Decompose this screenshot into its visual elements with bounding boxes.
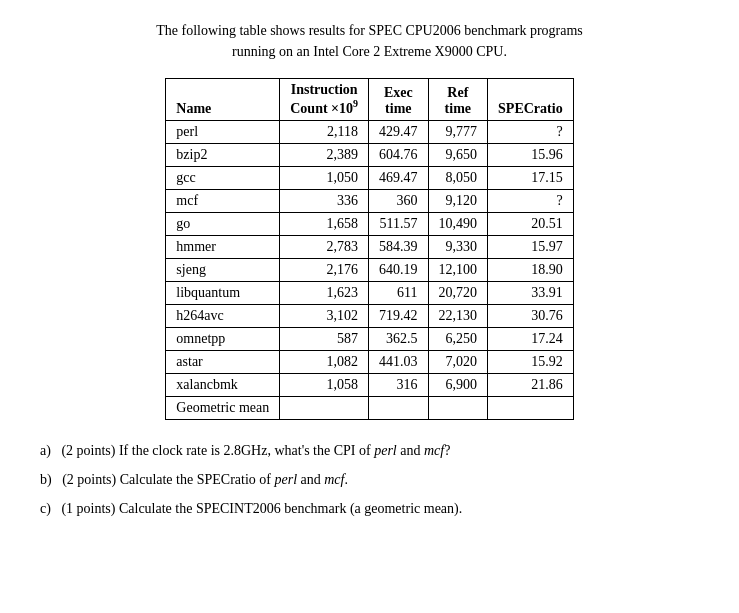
cell-instruction: 1,050 bbox=[280, 166, 369, 189]
table-row: sjeng2,176640.1912,10018.90 bbox=[166, 258, 573, 281]
geometric-mean-cell-2 bbox=[428, 396, 488, 419]
cell-instruction: 587 bbox=[280, 327, 369, 350]
cell-name: perl bbox=[166, 120, 280, 143]
question-c: c) (1 points) Calculate the SPECINT2006 … bbox=[40, 496, 699, 521]
cell-ref: 9,330 bbox=[428, 235, 488, 258]
table-row: gcc1,050469.478,05017.15 bbox=[166, 166, 573, 189]
geometric-mean-row: Geometric mean bbox=[166, 396, 573, 419]
cell-name: omnetpp bbox=[166, 327, 280, 350]
cell-ref: 20,720 bbox=[428, 281, 488, 304]
geometric-mean-label: Geometric mean bbox=[166, 396, 280, 419]
cell-name: gcc bbox=[166, 166, 280, 189]
questions-section: a) (2 points) If the clock rate is 2.8GH… bbox=[40, 438, 699, 522]
cell-exec: 362.5 bbox=[369, 327, 429, 350]
cell-spec: ? bbox=[488, 120, 574, 143]
cell-ref: 12,100 bbox=[428, 258, 488, 281]
cell-name: astar bbox=[166, 350, 280, 373]
cell-spec: 33.91 bbox=[488, 281, 574, 304]
cell-exec: 640.19 bbox=[369, 258, 429, 281]
col-name: Name bbox=[166, 79, 280, 121]
geometric-mean-cell-1 bbox=[369, 396, 429, 419]
question-b: b) (2 points) Calculate the SPECratio of… bbox=[40, 467, 699, 492]
question-a-text: (2 points) If the clock rate is 2.8GHz, … bbox=[61, 443, 450, 458]
cell-exec: 584.39 bbox=[369, 235, 429, 258]
cell-spec: 17.15 bbox=[488, 166, 574, 189]
cell-spec: ? bbox=[488, 189, 574, 212]
cell-ref: 22,130 bbox=[428, 304, 488, 327]
cell-exec: 719.42 bbox=[369, 304, 429, 327]
cell-name: mcf bbox=[166, 189, 280, 212]
cell-name: libquantum bbox=[166, 281, 280, 304]
cell-name: sjeng bbox=[166, 258, 280, 281]
table-row: astar1,082441.037,02015.92 bbox=[166, 350, 573, 373]
question-a: a) (2 points) If the clock rate is 2.8GH… bbox=[40, 438, 699, 463]
cell-name: xalancbmk bbox=[166, 373, 280, 396]
cell-instruction: 2,783 bbox=[280, 235, 369, 258]
col-spec: SPECratio bbox=[488, 79, 574, 121]
table-header-row: Name InstructionCount ×109 Exectime Reft… bbox=[166, 79, 573, 121]
cell-spec: 15.96 bbox=[488, 143, 574, 166]
table-row: libquantum1,62361120,72033.91 bbox=[166, 281, 573, 304]
cell-ref: 6,900 bbox=[428, 373, 488, 396]
cell-instruction: 3,102 bbox=[280, 304, 369, 327]
cell-name: h264avc bbox=[166, 304, 280, 327]
cell-ref: 10,490 bbox=[428, 212, 488, 235]
cell-spec: 21.86 bbox=[488, 373, 574, 396]
cell-exec: 511.57 bbox=[369, 212, 429, 235]
cell-exec: 611 bbox=[369, 281, 429, 304]
table-row: perl2,118429.479,777? bbox=[166, 120, 573, 143]
table-row: xalancbmk1,0583166,90021.86 bbox=[166, 373, 573, 396]
cell-exec: 429.47 bbox=[369, 120, 429, 143]
cell-exec: 441.03 bbox=[369, 350, 429, 373]
cell-instruction: 2,118 bbox=[280, 120, 369, 143]
table-row: omnetpp587362.56,25017.24 bbox=[166, 327, 573, 350]
col-instruction: InstructionCount ×109 bbox=[280, 79, 369, 121]
cell-instruction: 1,058 bbox=[280, 373, 369, 396]
intro-line1: The following table shows results for SP… bbox=[156, 23, 583, 38]
cell-ref: 7,020 bbox=[428, 350, 488, 373]
cell-exec: 604.76 bbox=[369, 143, 429, 166]
cell-instruction: 2,176 bbox=[280, 258, 369, 281]
cell-ref: 9,120 bbox=[428, 189, 488, 212]
question-a-label: a) bbox=[40, 443, 58, 458]
geometric-mean-cell-3 bbox=[488, 396, 574, 419]
cell-name: hmmer bbox=[166, 235, 280, 258]
col-ref: Reftime bbox=[428, 79, 488, 121]
cell-spec: 15.92 bbox=[488, 350, 574, 373]
question-c-text: (1 points) Calculate the SPECINT2006 ben… bbox=[61, 501, 462, 516]
table-row: mcf3363609,120? bbox=[166, 189, 573, 212]
cell-ref: 6,250 bbox=[428, 327, 488, 350]
table-row: hmmer2,783584.399,33015.97 bbox=[166, 235, 573, 258]
table-row: h264avc3,102719.4222,13030.76 bbox=[166, 304, 573, 327]
cell-spec: 17.24 bbox=[488, 327, 574, 350]
cell-exec: 469.47 bbox=[369, 166, 429, 189]
cell-exec: 316 bbox=[369, 373, 429, 396]
cell-ref: 9,777 bbox=[428, 120, 488, 143]
cell-instruction: 2,389 bbox=[280, 143, 369, 166]
question-c-label: c) bbox=[40, 501, 58, 516]
cell-instruction: 1,082 bbox=[280, 350, 369, 373]
cell-instruction: 336 bbox=[280, 189, 369, 212]
cell-ref: 8,050 bbox=[428, 166, 488, 189]
cell-spec: 18.90 bbox=[488, 258, 574, 281]
cell-ref: 9,650 bbox=[428, 143, 488, 166]
intro-line2: running on an Intel Core 2 Extreme X9000… bbox=[232, 44, 507, 59]
table-row: bzip22,389604.769,65015.96 bbox=[166, 143, 573, 166]
question-b-text: (2 points) Calculate the SPECratio of pe… bbox=[62, 472, 348, 487]
cell-spec: 15.97 bbox=[488, 235, 574, 258]
cell-name: bzip2 bbox=[166, 143, 280, 166]
benchmark-table: Name InstructionCount ×109 Exectime Reft… bbox=[165, 78, 573, 420]
question-b-label: b) bbox=[40, 472, 59, 487]
cell-name: go bbox=[166, 212, 280, 235]
intro-text: The following table shows results for SP… bbox=[40, 20, 699, 62]
table-row: go1,658511.5710,49020.51 bbox=[166, 212, 573, 235]
cell-instruction: 1,658 bbox=[280, 212, 369, 235]
cell-instruction: 1,623 bbox=[280, 281, 369, 304]
cell-exec: 360 bbox=[369, 189, 429, 212]
table-wrapper: Name InstructionCount ×109 Exectime Reft… bbox=[40, 78, 699, 420]
geometric-mean-cell-0 bbox=[280, 396, 369, 419]
cell-spec: 30.76 bbox=[488, 304, 574, 327]
cell-spec: 20.51 bbox=[488, 212, 574, 235]
col-exec: Exectime bbox=[369, 79, 429, 121]
